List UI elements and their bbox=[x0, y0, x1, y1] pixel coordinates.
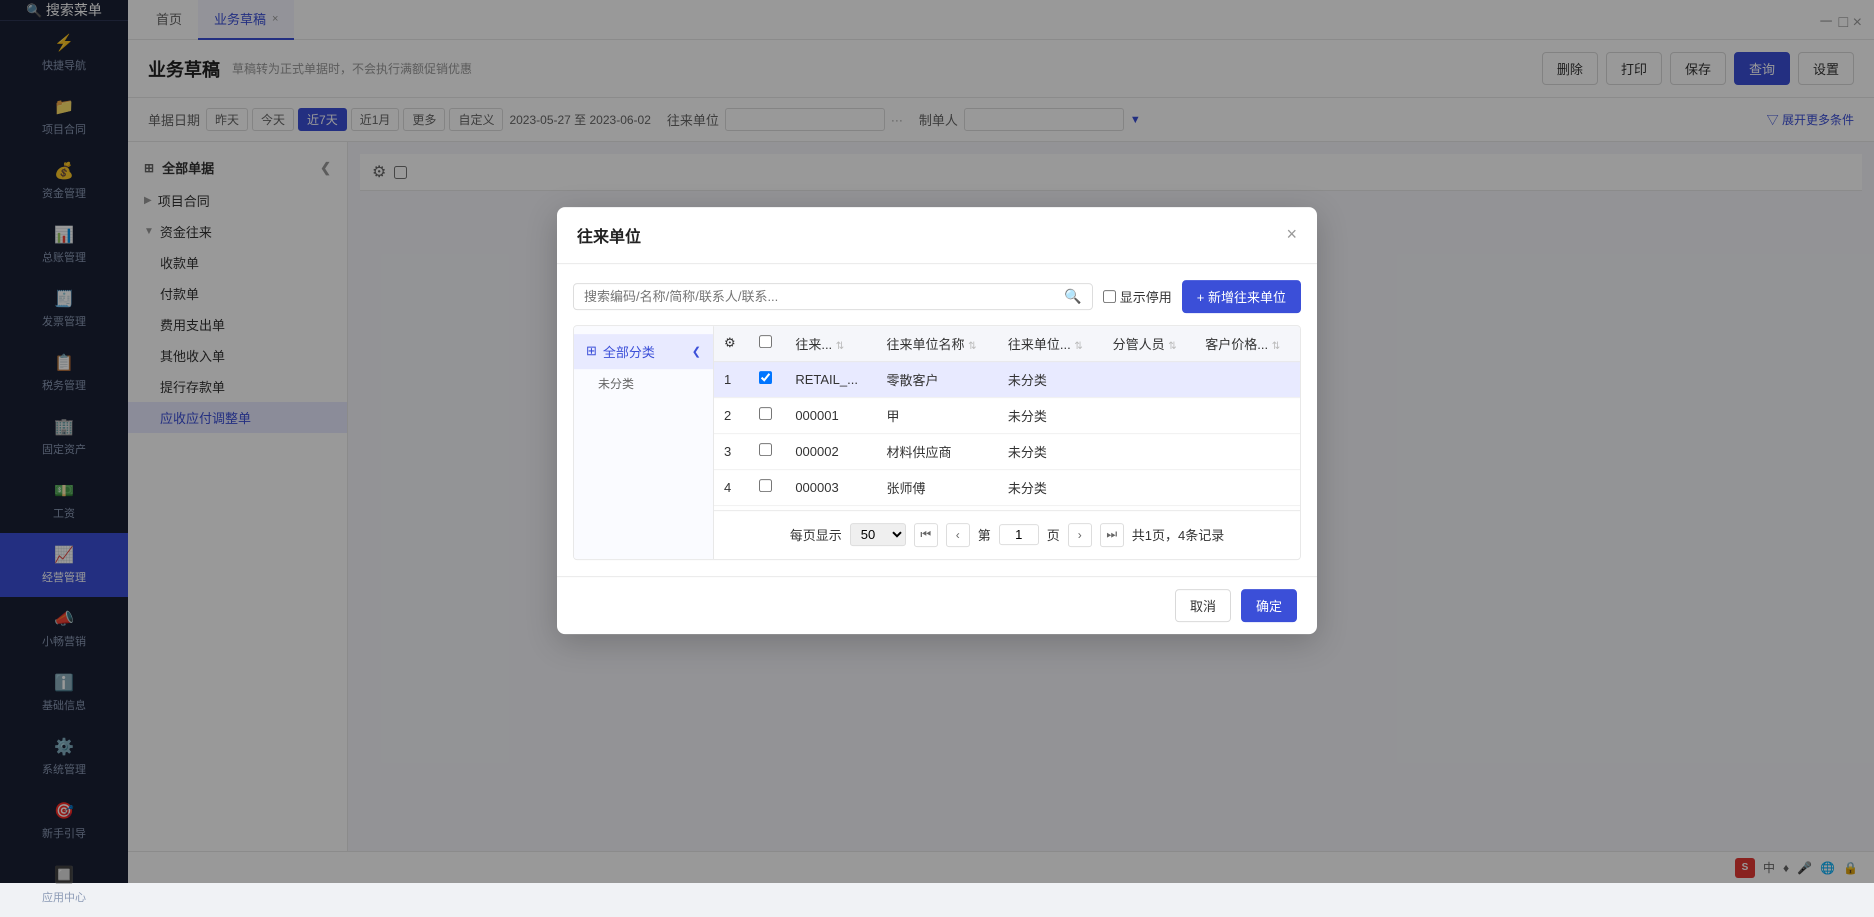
search-box: 🔍 bbox=[573, 283, 1093, 310]
row-checkbox[interactable] bbox=[749, 469, 785, 505]
row-manager bbox=[1103, 361, 1196, 397]
nav-uncategorized[interactable]: 未分类 bbox=[574, 369, 713, 398]
per-page-label: 每页显示 bbox=[790, 525, 842, 544]
dialog-content: ⊞ 全部分类 ❮ 未分类 ⚙ bbox=[573, 325, 1301, 560]
page-suffix: 页 bbox=[1047, 525, 1060, 544]
show-disabled-label: 显示停用 bbox=[1103, 287, 1172, 306]
th-manager[interactable]: 分管人员 ⇅ bbox=[1103, 326, 1196, 362]
th-settings[interactable]: ⚙ bbox=[714, 326, 749, 362]
row-code: 000001 bbox=[785, 397, 876, 433]
row-manager bbox=[1103, 433, 1196, 469]
row-manager bbox=[1103, 397, 1196, 433]
dialog-table-wrapper: ⚙ 往来... ⇅ 往来单位名称 ⇅ bbox=[714, 326, 1300, 559]
sort-category-icon[interactable]: ⇅ bbox=[1074, 341, 1082, 352]
prev-page-btn[interactable]: ‹ bbox=[946, 523, 970, 547]
th-name[interactable]: 往来单位名称 ⇅ bbox=[877, 326, 998, 362]
dialog-title: 往来单位 bbox=[577, 223, 641, 247]
cancel-button[interactable]: 取消 bbox=[1175, 589, 1231, 622]
row-manager bbox=[1103, 469, 1196, 505]
grid-icon: ⊞ bbox=[586, 343, 597, 359]
dialog-toolbar: 🔍 显示停用 + 新增往来单位 bbox=[573, 280, 1301, 313]
first-page-btn[interactable]: ⏮ bbox=[914, 523, 938, 547]
dialog-pagination: 每页显示 50 20 100 ⏮ ‹ 第 页 › ⏭ 共1页，4条记录 bbox=[714, 510, 1300, 559]
nav-all-category[interactable]: ⊞ 全部分类 ❮ bbox=[574, 334, 713, 369]
row-name: 材料供应商 bbox=[877, 433, 998, 469]
row-category: 未分类 bbox=[998, 397, 1103, 433]
dialog-leftnav: ⊞ 全部分类 ❮ 未分类 bbox=[574, 326, 714, 559]
partner-dialog: 往来单位 × 🔍 显示停用 + 新增往来单位 ⊞ 全部分类 ❮ bbox=[557, 207, 1317, 634]
row-checkbox[interactable] bbox=[749, 397, 785, 433]
row-price bbox=[1195, 433, 1300, 469]
dialog-close-icon[interactable]: × bbox=[1286, 224, 1297, 245]
sort-code-icon[interactable]: ⇅ bbox=[836, 341, 844, 352]
confirm-button[interactable]: 确定 bbox=[1241, 589, 1297, 622]
table-row[interactable]: 4 000003 张师傅 未分类 bbox=[714, 469, 1300, 505]
th-code[interactable]: 往来... ⇅ bbox=[785, 326, 876, 362]
row-code: 000003 bbox=[785, 469, 876, 505]
row-checkbox[interactable] bbox=[749, 433, 785, 469]
total-label: 共1页，4条记录 bbox=[1132, 525, 1224, 544]
row-num: 4 bbox=[714, 469, 749, 505]
dialog-search-input[interactable] bbox=[584, 289, 1058, 304]
last-page-btn[interactable]: ⏭ bbox=[1100, 523, 1124, 547]
row-num: 3 bbox=[714, 433, 749, 469]
row-price bbox=[1195, 397, 1300, 433]
page-label: 第 bbox=[978, 525, 991, 544]
next-page-btn[interactable]: › bbox=[1068, 523, 1092, 547]
row-category: 未分类 bbox=[998, 361, 1103, 397]
row-code: RETAIL_... bbox=[785, 361, 876, 397]
row-checkbox[interactable] bbox=[749, 361, 785, 397]
per-page-select[interactable]: 50 20 100 bbox=[850, 523, 906, 546]
dialog-header: 往来单位 × bbox=[557, 207, 1317, 264]
row-category: 未分类 bbox=[998, 433, 1103, 469]
dialog-body: 🔍 显示停用 + 新增往来单位 ⊞ 全部分类 ❮ 未分类 bbox=[557, 264, 1317, 576]
page-input[interactable] bbox=[999, 524, 1039, 545]
th-price[interactable]: 客户价格... ⇅ bbox=[1195, 326, 1300, 362]
row-name: 张师傅 bbox=[877, 469, 998, 505]
dialog-footer: 取消 确定 bbox=[557, 576, 1317, 634]
table-scroll: ⚙ 往来... ⇅ 往来单位名称 ⇅ bbox=[714, 326, 1300, 506]
show-disabled-checkbox[interactable] bbox=[1103, 290, 1116, 303]
sort-price-icon[interactable]: ⇅ bbox=[1272, 341, 1280, 352]
sort-name-icon[interactable]: ⇅ bbox=[968, 341, 976, 352]
row-code: 000002 bbox=[785, 433, 876, 469]
table-row[interactable]: 1 RETAIL_... 零散客户 未分类 bbox=[714, 361, 1300, 397]
row-num: 2 bbox=[714, 397, 749, 433]
th-checkbox[interactable] bbox=[749, 326, 785, 362]
row-name: 甲 bbox=[877, 397, 998, 433]
select-all-dialog[interactable] bbox=[759, 335, 772, 348]
row-price bbox=[1195, 361, 1300, 397]
table-row[interactable]: 2 000001 甲 未分类 bbox=[714, 397, 1300, 433]
row-num: 1 bbox=[714, 361, 749, 397]
row-name: 零散客户 bbox=[877, 361, 998, 397]
partner-table: ⚙ 往来... ⇅ 往来单位名称 ⇅ bbox=[714, 326, 1300, 506]
nav-collapse-icon[interactable]: ❮ bbox=[692, 345, 701, 358]
add-partner-button[interactable]: + 新增往来单位 bbox=[1182, 280, 1301, 313]
table-row[interactable]: 3 000002 材料供应商 未分类 bbox=[714, 433, 1300, 469]
search-icon: 🔍 bbox=[1064, 288, 1081, 305]
row-category: 未分类 bbox=[998, 469, 1103, 505]
sort-manager-icon[interactable]: ⇅ bbox=[1168, 341, 1176, 352]
row-price bbox=[1195, 469, 1300, 505]
th-category[interactable]: 往来单位... ⇅ bbox=[998, 326, 1103, 362]
